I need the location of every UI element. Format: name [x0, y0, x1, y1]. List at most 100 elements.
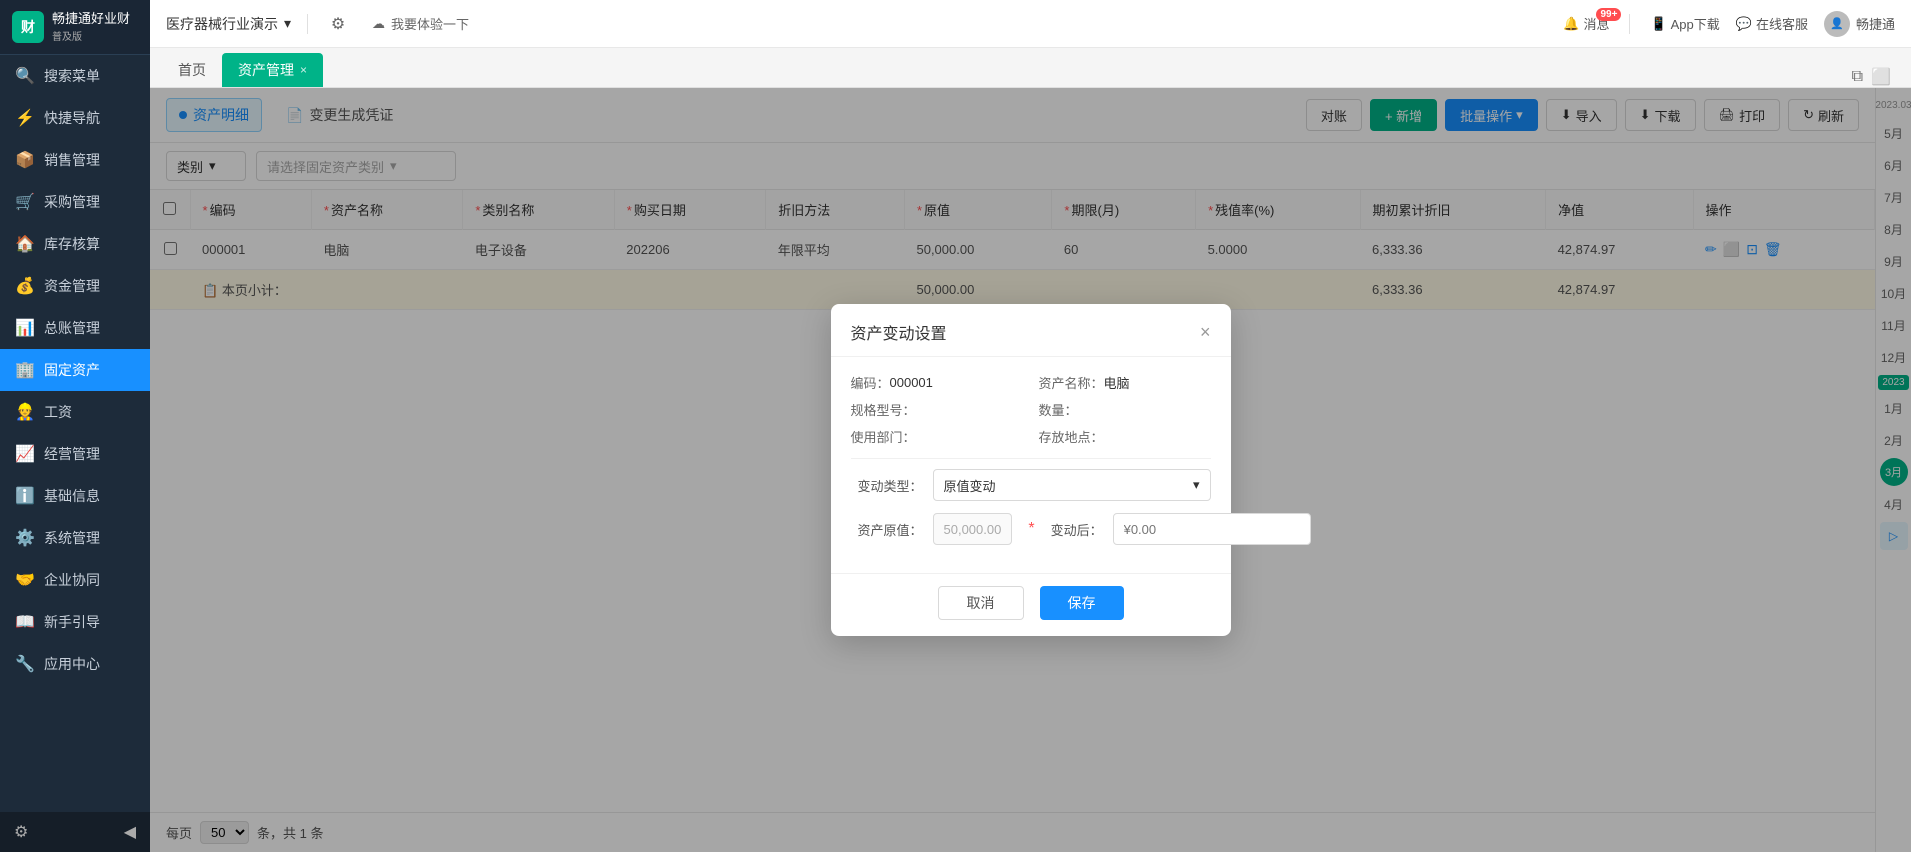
dialog-spec-row: 规格型号： [851, 400, 1023, 419]
sidebar-item-basic[interactable]: ℹ️ 基础信息 [0, 475, 150, 517]
sidebar-item-ledger[interactable]: 📊 总账管理 [0, 307, 150, 349]
sidebar-item-sales[interactable]: 📦 销售管理 [0, 139, 150, 181]
tab-home[interactable]: 首页 [162, 53, 222, 87]
assetname-value: 电脑 [1104, 373, 1130, 392]
sidebar-item-label: 应用中心 [44, 654, 100, 674]
sidebar-bottom: ⚙ ◀ [0, 812, 150, 852]
sidebar-item-label: 销售管理 [44, 150, 100, 170]
cloud-text: 我要体验一下 [391, 14, 469, 33]
tabbar: 首页 资产管理 × ⧉ ⬜ [150, 48, 1911, 88]
sidebar-item-apps[interactable]: 🔧 应用中心 [0, 643, 150, 685]
location-label: 存放地点： [1039, 427, 1104, 446]
sidebar-item-finance[interactable]: 💰 资金管理 [0, 265, 150, 307]
sidebar-item-inventory[interactable]: 🏠 库存核算 [0, 223, 150, 265]
dialog-footer: 取消 保存 [831, 573, 1231, 636]
service-label: 在线客服 [1756, 14, 1808, 33]
sidebar: 财 畅捷通好业财 普及版 🔍 搜索菜单 ⚡ 快捷导航 📦 销售管理 🛒 采购管理… [0, 0, 150, 852]
main-area: 医疗器械行业演示 ▾ ⚙ ☁ 我要体验一下 🔔 消息 99+ 📱 App下载 💬… [150, 0, 1911, 852]
modal-overlay: 资产变动设置 × 编码： 000001 资产名称： 电脑 [150, 88, 1911, 852]
assets-icon: 🏢 [16, 361, 34, 379]
content-area: 资产明细 📄 变更生成凭证 对账 + 新增 批量操作 ▾ [150, 88, 1911, 852]
download-icon: 📱 [1650, 16, 1666, 32]
sidebar-item-purchase[interactable]: 🛒 采购管理 [0, 181, 150, 223]
enterprise-icon: 🤝 [16, 571, 34, 589]
change-type-label: 变动类型： [851, 476, 923, 495]
after-label: 变动后： [1051, 520, 1103, 539]
sales-icon: 📦 [16, 151, 34, 169]
settings-bottom-icon[interactable]: ⚙ [14, 822, 28, 842]
dialog-body: 编码： 000001 资产名称： 电脑 规格型号： 数量： [831, 357, 1231, 573]
sidebar-item-system[interactable]: ⚙️ 系统管理 [0, 517, 150, 559]
change-type-value: 原值变动 [944, 476, 996, 495]
after-value-input[interactable] [1113, 513, 1311, 545]
cloud-experience[interactable]: ☁ 我要体验一下 [372, 14, 469, 33]
inventory-icon: 🏠 [16, 235, 34, 253]
guide-icon: 📖 [16, 613, 34, 631]
dialog-info-grid: 编码： 000001 资产名称： 电脑 规格型号： 数量： [851, 373, 1211, 446]
notice-icon: 🔔 [1563, 16, 1579, 32]
ops-icon: 📈 [16, 445, 34, 463]
collapse-icon[interactable]: ◀ [124, 822, 136, 842]
notice-button[interactable]: 🔔 消息 99+ [1563, 14, 1609, 33]
dialog-header: 资产变动设置 × [831, 304, 1231, 357]
dialog-close-icon[interactable]: × [1200, 323, 1211, 341]
username-label: 畅捷通 [1856, 14, 1895, 33]
window-maximize-icon[interactable]: ⬜ [1871, 67, 1891, 87]
dialog-code-row: 编码： 000001 [851, 373, 1023, 392]
code-label: 编码： [851, 373, 890, 392]
quantity-label: 数量： [1039, 400, 1078, 419]
sidebar-item-label: 固定资产 [44, 360, 100, 380]
sidebar-item-label: 企业协同 [44, 570, 100, 590]
sidebar-logo: 财 畅捷通好业财 普及版 [0, 0, 150, 55]
company-name: 医疗器械行业演示 [166, 14, 278, 34]
topbar: 医疗器械行业演示 ▾ ⚙ ☁ 我要体验一下 🔔 消息 99+ 📱 App下载 💬… [150, 0, 1911, 48]
change-type-select[interactable]: 原值变动 ▾ [933, 469, 1211, 501]
sidebar-item-label: 快捷导航 [44, 108, 100, 128]
tab-home-label: 首页 [178, 60, 206, 80]
sidebar-item-guide[interactable]: 📖 新手引导 [0, 601, 150, 643]
asset-change-dialog: 资产变动设置 × 编码： 000001 资产名称： 电脑 [831, 304, 1231, 636]
purchase-icon: 🛒 [16, 193, 34, 211]
sidebar-item-label: 库存核算 [44, 234, 100, 254]
basic-icon: ℹ️ [16, 487, 34, 505]
asset-value-display: 50,000.00 [933, 513, 1013, 545]
service-button[interactable]: 💬 在线客服 [1736, 14, 1808, 33]
dialog-title: 资产变动设置 [851, 320, 947, 344]
ledger-icon: 📊 [16, 319, 34, 337]
sidebar-item-label: 基础信息 [44, 486, 100, 506]
change-type-dropdown-icon: ▾ [1193, 477, 1200, 493]
sidebar-item-assets[interactable]: 🏢 固定资产 [0, 349, 150, 391]
user-button[interactable]: 👤 畅捷通 [1824, 11, 1895, 37]
sidebar-item-operations[interactable]: 📈 经营管理 [0, 433, 150, 475]
sidebar-item-label: 新手引导 [44, 612, 100, 632]
search-icon: 🔍 [16, 67, 34, 85]
system-icon: ⚙️ [16, 529, 34, 547]
window-restore-icon[interactable]: ⧉ [1852, 68, 1863, 86]
tab-asset-management[interactable]: 资产管理 × [222, 53, 323, 87]
tab-asset-label: 资产管理 [238, 60, 294, 80]
payroll-icon: 👷 [16, 403, 34, 421]
sidebar-item-label: 采购管理 [44, 192, 100, 212]
user-avatar: 👤 [1824, 11, 1850, 37]
service-icon: 💬 [1736, 16, 1752, 32]
lightning-icon: ⚡ [16, 109, 34, 127]
sidebar-item-search[interactable]: 🔍 搜索菜单 [0, 55, 150, 97]
cancel-button[interactable]: 取消 [938, 586, 1024, 620]
dialog-divider [851, 458, 1211, 459]
sidebar-item-payroll[interactable]: 👷 工资 [0, 391, 150, 433]
sidebar-item-enterprise[interactable]: 🤝 企业协同 [0, 559, 150, 601]
dialog-quantity-row: 数量： [1039, 400, 1211, 419]
code-value: 000001 [890, 375, 933, 390]
app-download-button[interactable]: 📱 App下载 [1650, 14, 1719, 33]
dialog-dept-row: 使用部门： [851, 427, 1023, 446]
logo-sub: 普及版 [52, 28, 130, 43]
dept-label: 使用部门： [851, 427, 916, 446]
save-button[interactable]: 保存 [1040, 586, 1124, 620]
topbar-right: 🔔 消息 99+ 📱 App下载 💬 在线客服 👤 畅捷通 [1563, 11, 1895, 37]
change-type-row: 变动类型： 原值变动 ▾ [851, 469, 1211, 501]
tab-close-icon[interactable]: × [300, 63, 307, 77]
company-selector[interactable]: 医疗器械行业演示 ▾ [166, 14, 291, 34]
sidebar-item-quicknav[interactable]: ⚡ 快捷导航 [0, 97, 150, 139]
settings-icon[interactable]: ⚙ [324, 10, 352, 38]
required-star-after: * [1028, 520, 1034, 538]
